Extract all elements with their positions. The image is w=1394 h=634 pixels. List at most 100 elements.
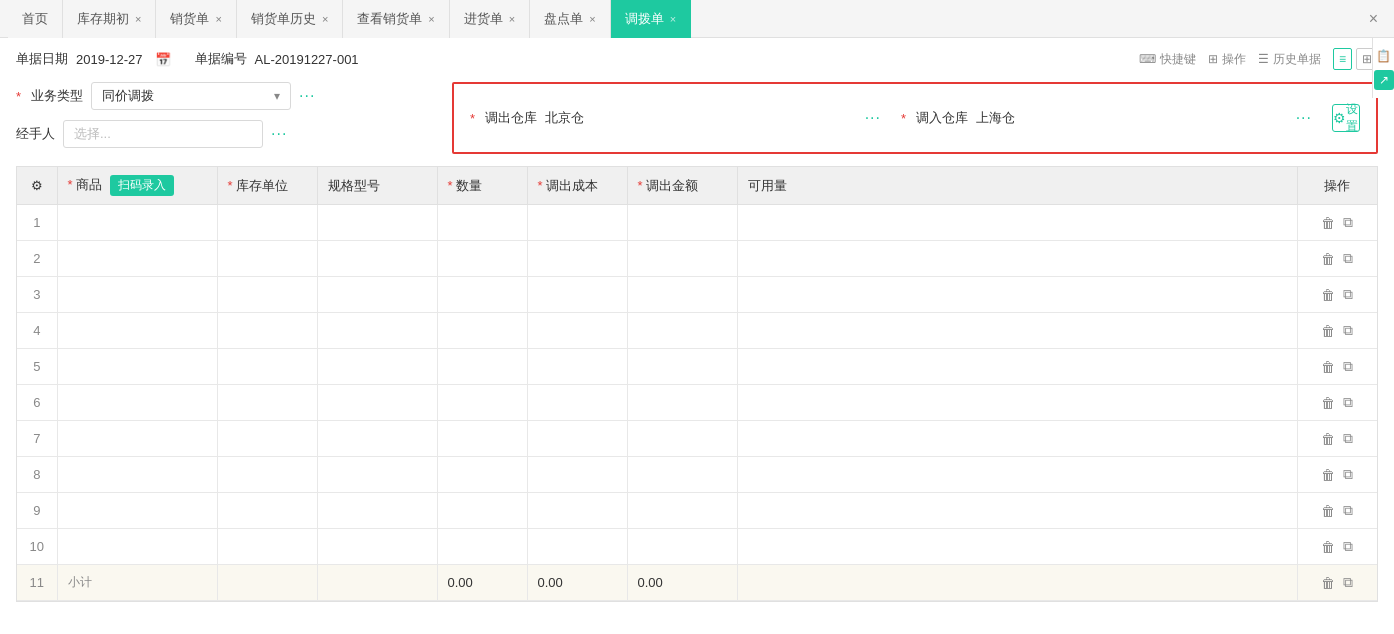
avail-cell[interactable] bbox=[737, 349, 1297, 385]
tab-view-sales[interactable]: 查看销货单 × bbox=[343, 0, 449, 38]
unit-cell[interactable] bbox=[217, 349, 317, 385]
spec-cell[interactable] bbox=[317, 421, 437, 457]
copy-row-btn[interactable]: ⧉ bbox=[1343, 214, 1353, 231]
qty-cell[interactable] bbox=[437, 313, 527, 349]
sidebar-doc-icon[interactable]: 📋 bbox=[1374, 46, 1394, 66]
tab-close-sales-history[interactable]: × bbox=[322, 13, 328, 25]
cost-cell[interactable] bbox=[527, 277, 627, 313]
tab-inventory-init[interactable]: 库存期初 × bbox=[63, 0, 156, 38]
delete-row-btn[interactable]: 🗑 bbox=[1321, 359, 1335, 375]
amount-cell[interactable] bbox=[627, 421, 737, 457]
copy-row-btn[interactable]: ⧉ bbox=[1343, 286, 1353, 303]
qty-cell[interactable] bbox=[437, 241, 527, 277]
history-button[interactable]: ☰ 历史单据 bbox=[1258, 51, 1321, 68]
tab-close-view-sales[interactable]: × bbox=[428, 13, 434, 25]
spec-cell[interactable] bbox=[317, 385, 437, 421]
qty-cell[interactable] bbox=[437, 385, 527, 421]
qty-cell[interactable] bbox=[437, 421, 527, 457]
spec-cell[interactable] bbox=[317, 457, 437, 493]
tab-sales-order[interactable]: 销货单 × bbox=[156, 0, 236, 38]
cost-cell[interactable] bbox=[527, 385, 627, 421]
amount-cell[interactable] bbox=[627, 241, 737, 277]
sidebar-export-icon[interactable]: ↗ bbox=[1374, 70, 1394, 90]
tab-close-purchase-order[interactable]: × bbox=[509, 13, 515, 25]
tab-sales-history[interactable]: 销货单历史 × bbox=[237, 0, 343, 38]
unit-cell[interactable] bbox=[217, 457, 317, 493]
avail-cell[interactable] bbox=[737, 529, 1297, 565]
tab-inventory-check[interactable]: 盘点单 × bbox=[530, 0, 610, 38]
product-cell[interactable] bbox=[57, 205, 217, 241]
delete-row-btn[interactable]: 🗑 bbox=[1321, 395, 1335, 411]
product-cell[interactable] bbox=[57, 457, 217, 493]
unit-cell[interactable] bbox=[217, 385, 317, 421]
business-type-select[interactable]: 同价调拨 ▾ bbox=[91, 82, 291, 110]
unit-cell[interactable] bbox=[217, 205, 317, 241]
copy-row-btn[interactable]: ⧉ bbox=[1343, 538, 1353, 555]
amount-cell[interactable] bbox=[627, 457, 737, 493]
spec-cell[interactable] bbox=[317, 313, 437, 349]
tab-close-transfer-order[interactable]: × bbox=[670, 13, 676, 25]
cost-cell[interactable] bbox=[527, 313, 627, 349]
product-cell[interactable] bbox=[57, 241, 217, 277]
qty-cell[interactable] bbox=[437, 349, 527, 385]
cost-cell[interactable] bbox=[527, 349, 627, 385]
tab-close-sales-order[interactable]: × bbox=[215, 13, 221, 25]
in-warehouse-more[interactable]: ··· bbox=[1296, 109, 1312, 127]
cost-cell[interactable] bbox=[527, 241, 627, 277]
product-cell[interactable] bbox=[57, 529, 217, 565]
unit-cell[interactable] bbox=[217, 313, 317, 349]
product-cell[interactable] bbox=[57, 385, 217, 421]
tab-home[interactable]: 首页 bbox=[8, 0, 63, 38]
cost-cell[interactable] bbox=[527, 205, 627, 241]
avail-cell[interactable] bbox=[737, 457, 1297, 493]
product-cell[interactable] bbox=[57, 277, 217, 313]
layout-list-btn[interactable]: ≡ bbox=[1333, 48, 1352, 70]
qty-cell[interactable] bbox=[437, 493, 527, 529]
unit-cell[interactable] bbox=[217, 277, 317, 313]
avail-cell[interactable] bbox=[737, 277, 1297, 313]
person-select[interactable]: 选择... bbox=[63, 120, 263, 148]
amount-cell[interactable] bbox=[627, 349, 737, 385]
amount-cell[interactable] bbox=[627, 277, 737, 313]
product-cell[interactable] bbox=[57, 349, 217, 385]
qty-cell[interactable] bbox=[437, 277, 527, 313]
col-settings[interactable]: ⚙ bbox=[17, 167, 57, 205]
avail-cell[interactable] bbox=[737, 313, 1297, 349]
copy-row-btn[interactable]: ⧉ bbox=[1343, 250, 1353, 267]
qty-cell[interactable] bbox=[437, 529, 527, 565]
delete-row-btn[interactable]: 🗑 bbox=[1321, 431, 1335, 447]
amount-cell[interactable] bbox=[627, 385, 737, 421]
unit-cell[interactable] bbox=[217, 241, 317, 277]
delete-row-btn[interactable]: 🗑 bbox=[1321, 575, 1335, 591]
delete-row-btn[interactable]: 🗑 bbox=[1321, 323, 1335, 339]
avail-cell[interactable] bbox=[737, 421, 1297, 457]
cost-cell[interactable] bbox=[527, 421, 627, 457]
amount-cell[interactable] bbox=[627, 313, 737, 349]
unit-cell[interactable] bbox=[217, 421, 317, 457]
cost-cell[interactable] bbox=[527, 457, 627, 493]
calendar-icon[interactable]: 📅 bbox=[155, 52, 171, 67]
product-cell[interactable] bbox=[57, 493, 217, 529]
avail-cell[interactable] bbox=[737, 205, 1297, 241]
unit-cell[interactable] bbox=[217, 493, 317, 529]
amount-cell[interactable] bbox=[627, 529, 737, 565]
person-more[interactable]: ··· bbox=[271, 125, 287, 143]
copy-row-btn[interactable]: ⧉ bbox=[1343, 466, 1353, 483]
copy-row-btn[interactable]: ⧉ bbox=[1343, 322, 1353, 339]
qty-cell[interactable] bbox=[437, 205, 527, 241]
amount-cell[interactable] bbox=[627, 205, 737, 241]
delete-row-btn[interactable]: 🗑 bbox=[1321, 467, 1335, 483]
close-all-button[interactable]: × bbox=[1361, 10, 1386, 28]
product-cell[interactable] bbox=[57, 313, 217, 349]
product-cell[interactable] bbox=[57, 421, 217, 457]
scan-button[interactable]: 扫码录入 bbox=[110, 175, 174, 196]
tab-close-inventory-init[interactable]: × bbox=[135, 13, 141, 25]
avail-cell[interactable] bbox=[737, 385, 1297, 421]
delete-row-btn[interactable]: 🗑 bbox=[1321, 287, 1335, 303]
warehouse-settings-button[interactable]: ⚙ 设置 bbox=[1332, 104, 1360, 132]
cost-cell[interactable] bbox=[527, 529, 627, 565]
avail-cell[interactable] bbox=[737, 241, 1297, 277]
copy-row-btn[interactable]: ⧉ bbox=[1343, 502, 1353, 519]
out-warehouse-more[interactable]: ··· bbox=[865, 109, 881, 127]
delete-row-btn[interactable]: 🗑 bbox=[1321, 503, 1335, 519]
